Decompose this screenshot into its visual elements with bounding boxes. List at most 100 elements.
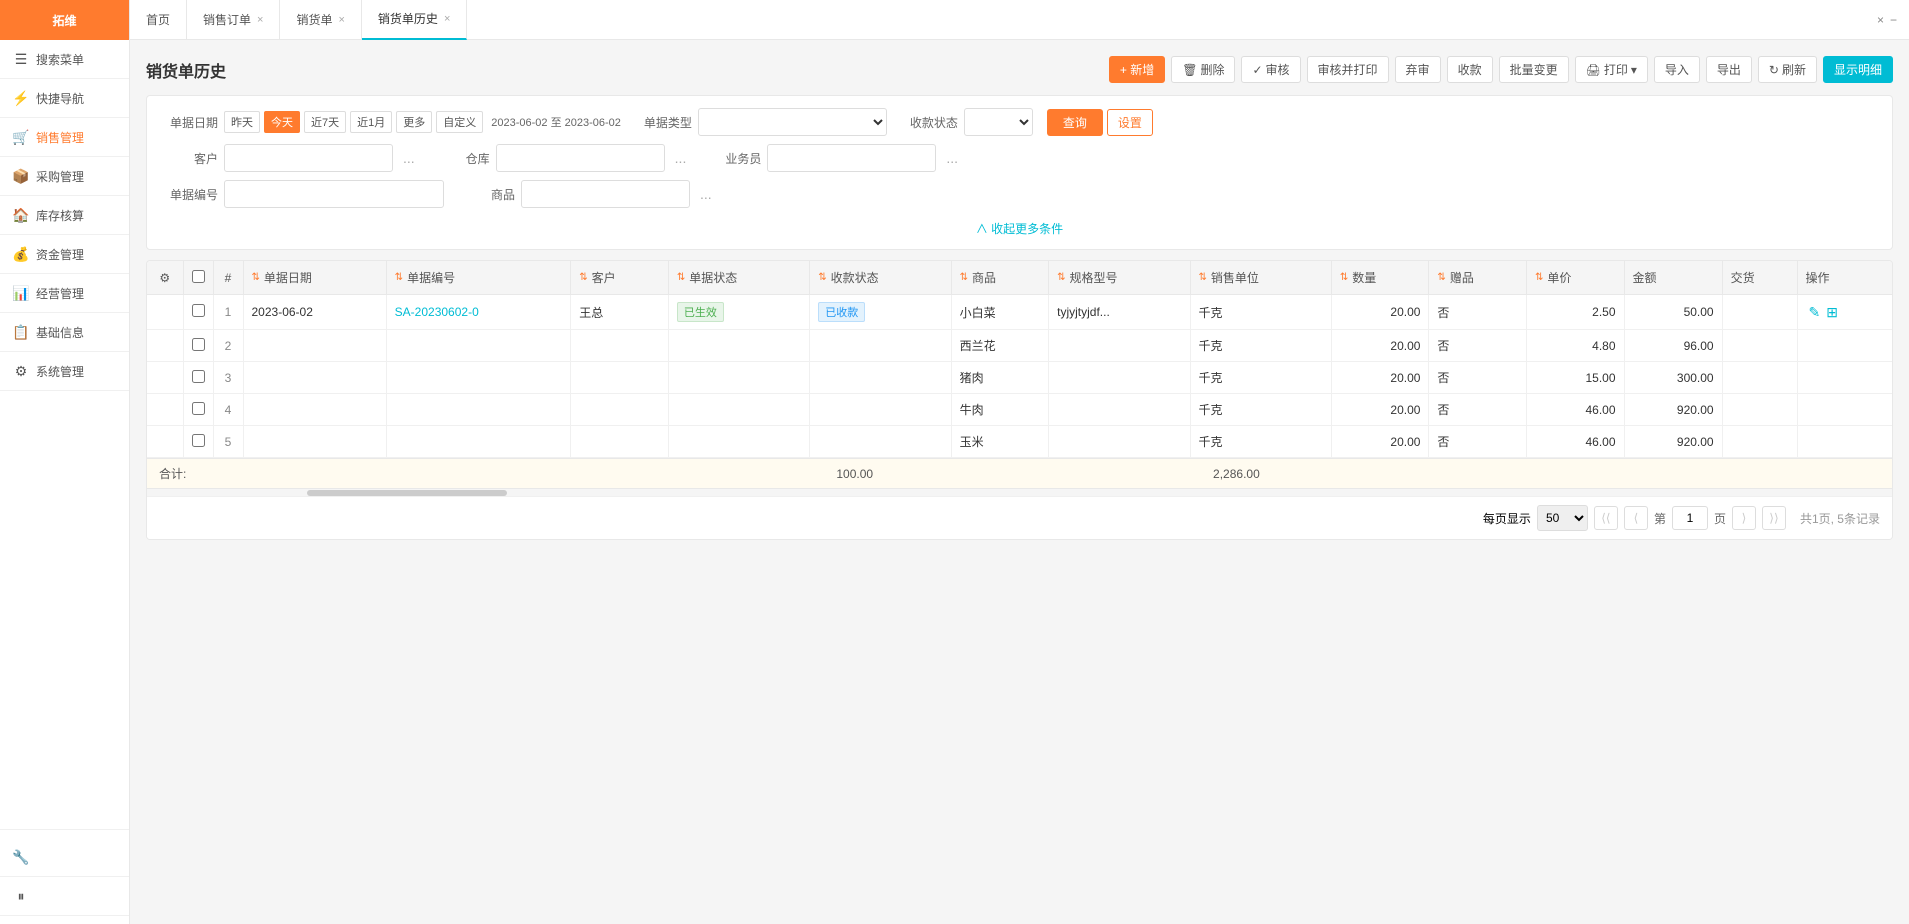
tab-close-sales-history[interactable]: ×	[444, 13, 450, 25]
page-prev-btn[interactable]: ⟨	[1624, 506, 1648, 530]
import-button[interactable]: 导入	[1654, 56, 1700, 83]
row-checkbox[interactable]	[192, 370, 205, 383]
show-detail-button[interactable]: 显示明细	[1823, 56, 1893, 83]
th-customer[interactable]: ⇅ 客户	[571, 261, 669, 295]
sidebar-item-basic-info[interactable]: 📋 基础信息	[0, 313, 129, 352]
th-goods[interactable]: ⇅ 商品	[951, 261, 1049, 295]
collect-button[interactable]: 收款	[1447, 56, 1493, 83]
salesperson-input[interactable]	[767, 144, 936, 172]
row-amount: 96.00	[1624, 330, 1722, 362]
goods-picker-btn[interactable]: ...	[696, 186, 716, 202]
refresh-button[interactable]: ↻ 刷新	[1758, 56, 1817, 83]
warehouse-label: 仓库	[435, 150, 490, 167]
select-all-checkbox[interactable]	[192, 270, 205, 283]
query-button[interactable]: 查询	[1047, 109, 1103, 136]
th-qty[interactable]: ⇅ 数量	[1331, 261, 1429, 295]
row-spec: tyjyjtyjdf...	[1049, 295, 1190, 330]
date-btn-custom[interactable]: 自定义	[436, 111, 483, 133]
goods-input[interactable]	[521, 180, 690, 208]
row-docno[interactable]	[386, 362, 571, 394]
sidebar-item-search-menu[interactable]: ☰ 搜索菜单	[0, 40, 129, 79]
date-btn-7days[interactable]: 近7天	[304, 111, 346, 133]
filter-settings-button[interactable]: 设置	[1107, 109, 1153, 136]
date-btn-more[interactable]: 更多	[396, 111, 432, 133]
row-price: 4.80	[1526, 330, 1624, 362]
abandon-button[interactable]: 弃审	[1395, 56, 1441, 83]
scrollbar-thumb[interactable]	[307, 490, 507, 496]
docno-input[interactable]	[224, 180, 444, 208]
th-collectstatus[interactable]: ⇅ 收款状态	[810, 261, 951, 295]
th-price[interactable]: ⇅ 单价	[1526, 261, 1624, 295]
topbar-close-btn[interactable]: ×	[1877, 13, 1884, 27]
page-first-btn[interactable]: ⟨⟨	[1594, 506, 1618, 530]
th-action: 操作	[1797, 261, 1892, 295]
th-checkbox[interactable]	[183, 261, 213, 295]
tab-sales-order[interactable]: 销售订单 ×	[187, 0, 280, 40]
th-unit[interactable]: ⇅ 销售单位	[1190, 261, 1331, 295]
review-print-button[interactable]: 审核并打印	[1307, 56, 1389, 83]
sidebar-item-quick-nav[interactable]: ⚡ 快捷导航	[0, 79, 129, 118]
row-checkbox[interactable]	[192, 434, 205, 447]
row-checkbox[interactable]	[192, 304, 205, 317]
docno-link[interactable]: SA-20230602-0	[395, 305, 479, 319]
row-delivery	[1722, 362, 1797, 394]
sidebar-item-sys-mgmt[interactable]: ⚙ 系统管理	[0, 352, 129, 391]
tab-sales-goods[interactable]: 销货单 ×	[280, 0, 361, 40]
row-docno[interactable]	[386, 330, 571, 362]
scrollbar-row[interactable]	[147, 488, 1892, 496]
row-checkbox[interactable]	[192, 338, 205, 351]
edit-action-btn[interactable]: ✎	[1806, 304, 1824, 320]
date-btn-yesterday[interactable]: 昨天	[224, 111, 260, 133]
warehouse-picker-btn[interactable]: ...	[671, 150, 691, 166]
th-date[interactable]: ⇅ 单据日期	[243, 261, 386, 295]
batch-change-button[interactable]: 批量变更	[1499, 56, 1569, 83]
row-docno[interactable]: SA-20230602-0	[386, 295, 571, 330]
th-amount: 金额	[1624, 261, 1722, 295]
th-docno[interactable]: ⇅ 单据编号	[386, 261, 571, 295]
new-button[interactable]: + 新增	[1109, 56, 1165, 83]
sidebar-item-ops-mgmt[interactable]: 📊 经营管理	[0, 274, 129, 313]
row-docno[interactable]	[386, 394, 571, 426]
date-btn-1month[interactable]: 近1月	[350, 111, 392, 133]
tab-close-sales-goods[interactable]: ×	[338, 14, 344, 26]
row-gift: 否	[1429, 330, 1527, 362]
export-button[interactable]: 导出	[1706, 56, 1752, 83]
customer-picker-btn[interactable]: ...	[399, 150, 419, 166]
doc-type-select[interactable]	[698, 108, 887, 136]
page-next-btn[interactable]: ⟩	[1732, 506, 1756, 530]
total-amount: 2,286.00	[1213, 467, 1260, 481]
row-unit: 千克	[1190, 394, 1331, 426]
print-button[interactable]: 🖨 打印 ▾	[1575, 56, 1648, 83]
tab-sales-history[interactable]: 销货单历史 ×	[362, 0, 467, 40]
row-goods: 牛肉	[951, 394, 1049, 426]
sidebar-item-purchase-mgmt[interactable]: 📦 采购管理	[0, 157, 129, 196]
sidebar-item-finance-mgmt[interactable]: 💰 资金管理	[0, 235, 129, 274]
topbar-min-btn[interactable]: −	[1890, 13, 1897, 27]
collect-status-select[interactable]	[964, 108, 1033, 136]
page-last-btn[interactable]: ⟩⟩	[1762, 506, 1786, 530]
row-checkbox[interactable]	[192, 402, 205, 415]
th-docstatus[interactable]: ⇅ 单据状态	[668, 261, 809, 295]
tab-close-sales-order[interactable]: ×	[257, 14, 263, 26]
warehouse-input[interactable]	[496, 144, 665, 172]
row-docno[interactable]	[386, 426, 571, 458]
collapse-filter-btn[interactable]: ∧ 收起更多条件	[976, 220, 1063, 237]
customer-input[interactable]	[224, 144, 393, 172]
th-gift[interactable]: ⇅ 赠品	[1429, 261, 1527, 295]
date-btn-today[interactable]: 今天	[264, 111, 300, 133]
review-button[interactable]: ✓ 审核	[1241, 56, 1300, 83]
sidebar-item-stock-calc[interactable]: 🏠 库存核算	[0, 196, 129, 235]
tab-home[interactable]: 首页	[130, 0, 187, 40]
delete-button[interactable]: 🗑 删除	[1171, 56, 1235, 83]
goods-label: 商品	[460, 186, 515, 203]
view-action-btn[interactable]: ⊞	[1823, 304, 1841, 320]
th-gear[interactable]: ⚙	[147, 261, 183, 295]
th-spec[interactable]: ⇅ 规格型号	[1049, 261, 1190, 295]
sidebar-bottom-item2[interactable]: ⏸	[0, 877, 129, 916]
sidebar-bottom-item1[interactable]: 🔧	[0, 838, 129, 877]
page-number-input[interactable]	[1672, 506, 1708, 530]
sort-qty-icon: ⇅	[1340, 272, 1348, 283]
sidebar-item-sales-mgmt[interactable]: 🛒 销售管理	[0, 118, 129, 157]
page-size-select[interactable]: 20 50 100	[1537, 505, 1588, 531]
salesperson-picker-btn[interactable]: ...	[942, 150, 962, 166]
